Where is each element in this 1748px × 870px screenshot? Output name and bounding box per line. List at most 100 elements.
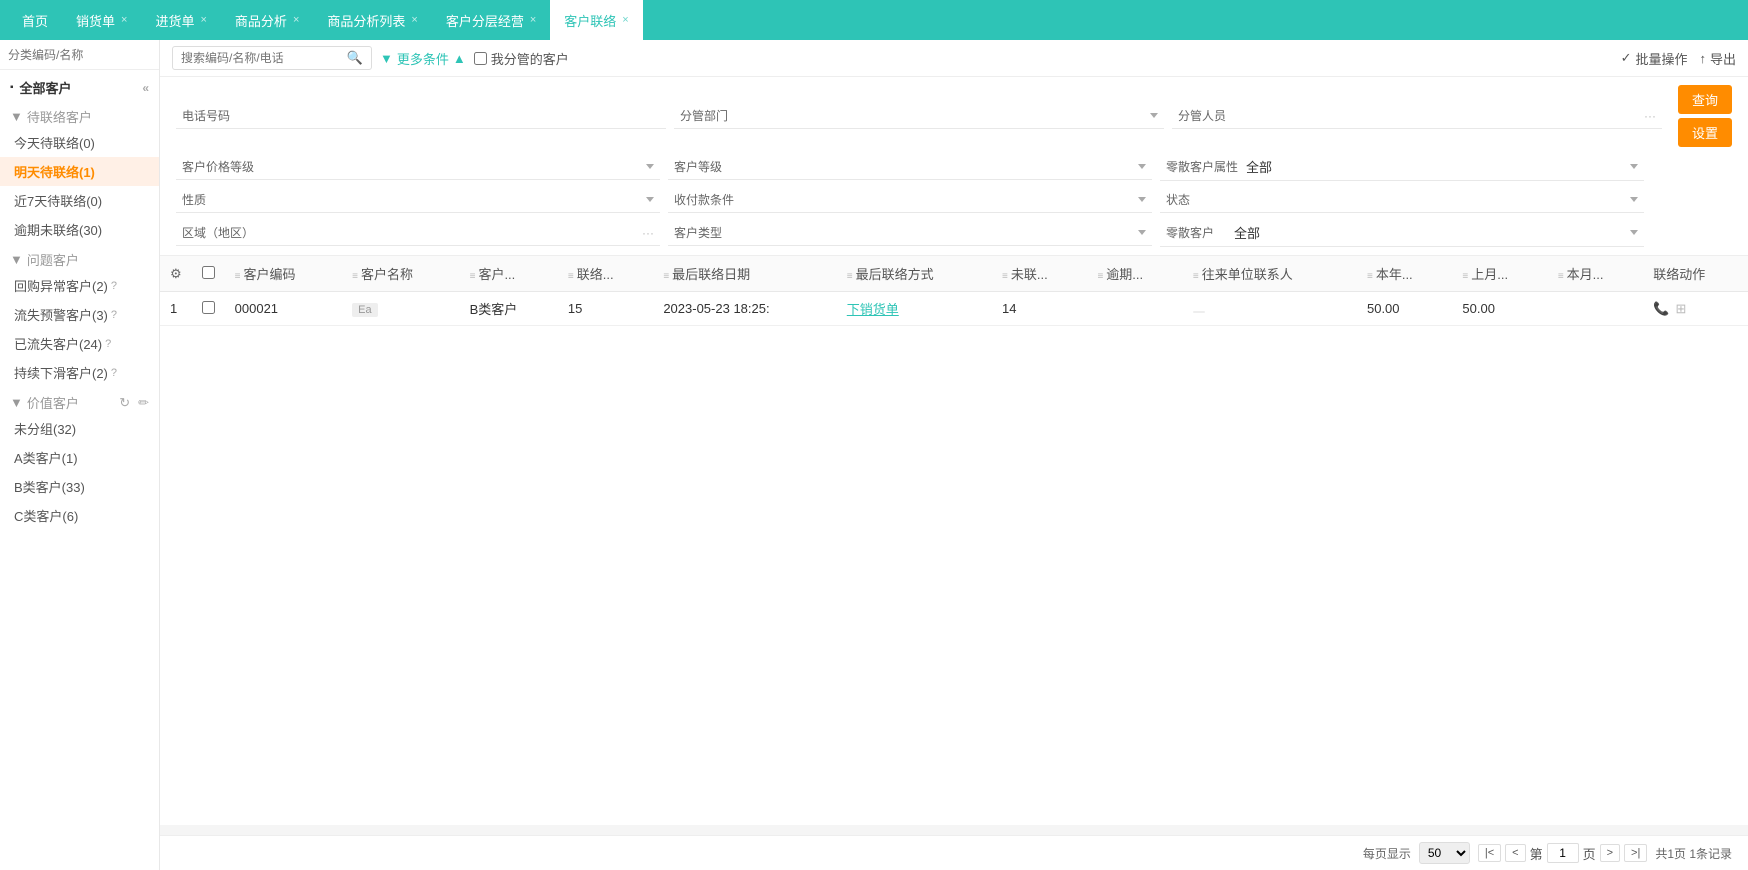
filter-nature: 性质: [176, 187, 660, 213]
sidebar-item-ungrouped[interactable]: 未分组(32): [0, 414, 159, 443]
sidebar-item-churn-warning[interactable]: 流失预警客户(3) ?: [0, 300, 159, 329]
filter-actions: 查询 设置: [1678, 85, 1732, 147]
th-this-year: ≡本年...: [1357, 256, 1452, 292]
sidebar-item-today-contact[interactable]: 今天待联络(0): [0, 128, 159, 157]
filter-phone: 电话号码: [176, 103, 666, 129]
close-tab-进货单-icon[interactable]: ×: [200, 14, 206, 26]
filter-row-2: 客户价格等级 客户等级 零散客户属性 全部: [176, 153, 1732, 181]
last-page-btn[interactable]: >|: [1624, 844, 1647, 862]
first-page-btn[interactable]: |<: [1478, 844, 1501, 862]
total-records: 共1页 1条记录: [1655, 845, 1732, 862]
td-actions: 📞 ⊞: [1643, 292, 1748, 326]
sidebar-item-c-customers[interactable]: C类客户(6): [0, 501, 159, 530]
th-settings[interactable]: ⚙: [160, 256, 192, 292]
chevron-down-icon: [1150, 110, 1158, 121]
th-overdue: ≡逾期...: [1087, 256, 1182, 292]
chevron-down-icon-4: [1630, 161, 1638, 172]
nav-tab-客户分层经营[interactable]: 客户分层经营 ×: [432, 0, 550, 40]
help-icon-1: ?: [111, 309, 117, 321]
close-tab-客户分层经营-icon[interactable]: ×: [530, 14, 536, 26]
my-customers-checkbox[interactable]: [474, 52, 487, 65]
nav-tab-商品分析列表[interactable]: 商品分析列表 ×: [313, 0, 431, 40]
chevron-down-icon-3: [1138, 161, 1146, 172]
more-options-icon[interactable]: ···: [1644, 109, 1656, 123]
help-icon-0: ?: [111, 280, 117, 292]
next-page-btn[interactable]: >: [1600, 844, 1620, 862]
main-layout: 🔍 ▪ 全部客户 « ▼ 待联络客户 今天待联络(0) 明天待联络(1) 近7天…: [0, 40, 1748, 870]
all-customers-section: ▪ 全部客户 «: [0, 70, 159, 101]
th-customer-name: ≡客户名称: [342, 256, 459, 292]
row-checkbox[interactable]: [202, 301, 215, 314]
nav-home[interactable]: 首页: [8, 0, 62, 40]
chevron-down-icon-5: [646, 194, 654, 205]
more-filter-btn[interactable]: ▼ 更多条件 ▲: [380, 49, 466, 68]
filter-status: 状态: [1160, 187, 1644, 213]
sidebar-collapse-btn[interactable]: «: [142, 81, 149, 95]
close-tab-商品分析列表-icon[interactable]: ×: [411, 14, 417, 26]
sidebar-item-b-customers[interactable]: B类客户(33): [0, 472, 159, 501]
filter-panel: 电话号码 分管部门 分管人员 ··· 查询 设置: [160, 77, 1748, 256]
close-tab-销货单-icon[interactable]: ×: [121, 14, 127, 26]
sidebar-search-box: 🔍: [0, 40, 159, 70]
sidebar-item-7days-contact[interactable]: 近7天待联络(0): [0, 186, 159, 215]
page-label: 第: [1530, 844, 1543, 863]
filter-customer-level: 客户等级: [668, 154, 1152, 180]
region-more-icon[interactable]: ···: [642, 226, 654, 240]
toolbar: 🔍 ▼ 更多条件 ▲ 我分管的客户 ✓ 批量操作 ↑ 导出: [160, 40, 1748, 77]
table-row: 1 000021 Ea B类客户 15 2023-05-23 18:25: 下销…: [160, 292, 1748, 326]
sidebar-search-input[interactable]: [8, 48, 160, 62]
td-checkbox: [192, 292, 225, 326]
dept-input[interactable]: [740, 109, 1150, 123]
query-button[interactable]: 查询: [1678, 85, 1732, 114]
export-btn[interactable]: ↑ 导出: [1699, 49, 1736, 68]
td-overdue: [1087, 292, 1182, 326]
nav-tab-销货单[interactable]: 销货单 ×: [62, 0, 141, 40]
edit-icon[interactable]: ✏: [138, 395, 149, 411]
search-icon[interactable]: 🔍: [347, 50, 363, 66]
filter-customer-type: 客户类型: [668, 220, 1152, 246]
page-input[interactable]: [1547, 843, 1579, 863]
sidebar-item-overdue-contact[interactable]: 逾期未联络(30): [0, 215, 159, 244]
last-contact-link[interactable]: 下销货单: [847, 302, 899, 317]
sidebar: 🔍 ▪ 全部客户 « ▼ 待联络客户 今天待联络(0) 明天待联络(1) 近7天…: [0, 40, 160, 870]
footer: 每页显示 50 100 |< < 第 页 > >| 共1页 1条记录: [160, 835, 1748, 870]
phone-input[interactable]: [242, 109, 660, 123]
nav-tab-进货单[interactable]: 进货单 ×: [141, 0, 220, 40]
th-checkbox: [192, 256, 225, 292]
search-input[interactable]: [181, 51, 341, 65]
settings-button[interactable]: 设置: [1678, 118, 1732, 147]
nav-tab-客户联络[interactable]: 客户联络 ×: [550, 0, 642, 40]
customers-table: ⚙ ≡客户编码 ≡客户名称 ≡客户... ≡联络... ≡最后联络日期 ≡最后联…: [160, 256, 1748, 326]
select-all-checkbox[interactable]: [202, 266, 215, 279]
filter-icon: ▼: [380, 51, 393, 66]
refresh-icon[interactable]: ↻: [119, 395, 130, 411]
close-tab-客户联络-icon[interactable]: ×: [622, 14, 628, 26]
per-page-select[interactable]: 50 100: [1419, 842, 1470, 864]
filter-price-level: 客户价格等级: [176, 154, 660, 180]
group-label-价值客户: ▼ 价值客户 ↻ ✏: [0, 387, 159, 414]
close-tab-商品分析-icon[interactable]: ×: [293, 14, 299, 26]
pagination-nav: |< < 第 页 > >|: [1478, 843, 1647, 863]
sidebar-item-churned[interactable]: 已流失客户(24) ?: [0, 329, 159, 358]
grid-action-icon[interactable]: ⊞: [1675, 301, 1686, 317]
page-unit: 页: [1583, 844, 1596, 863]
th-unlinked: ≡未联...: [992, 256, 1087, 292]
filter-manager: 分管人员 ···: [1172, 103, 1662, 129]
per-page-label: 每页显示: [1363, 845, 1411, 862]
collapse-icon: ▪: [10, 82, 14, 93]
sidebar-item-declining[interactable]: 持续下滑客户(2) ?: [0, 358, 159, 387]
phone-action-icon[interactable]: 📞: [1653, 301, 1669, 317]
td-this-year: 50.00: [1357, 292, 1452, 326]
prev-page-btn[interactable]: <: [1505, 844, 1525, 862]
manager-input[interactable]: [1238, 109, 1644, 123]
filter-retail-attr: 零散客户属性 全部: [1160, 153, 1644, 181]
nav-tab-商品分析[interactable]: 商品分析 ×: [221, 0, 313, 40]
batch-operations-btn[interactable]: ✓ 批量操作: [1621, 49, 1688, 68]
td-last-contact-method[interactable]: 下销货单: [837, 292, 992, 326]
sidebar-item-tomorrow-contact[interactable]: 明天待联络(1): [0, 157, 159, 186]
check-icon: ✓: [1621, 50, 1632, 66]
sidebar-item-a-customers[interactable]: A类客户(1): [0, 443, 159, 472]
column-settings-icon[interactable]: ⚙: [170, 266, 182, 281]
sidebar-item-abnormal-repurchase[interactable]: 回购异常客户(2) ?: [0, 271, 159, 300]
horizontal-scrollbar[interactable]: [160, 825, 1748, 835]
